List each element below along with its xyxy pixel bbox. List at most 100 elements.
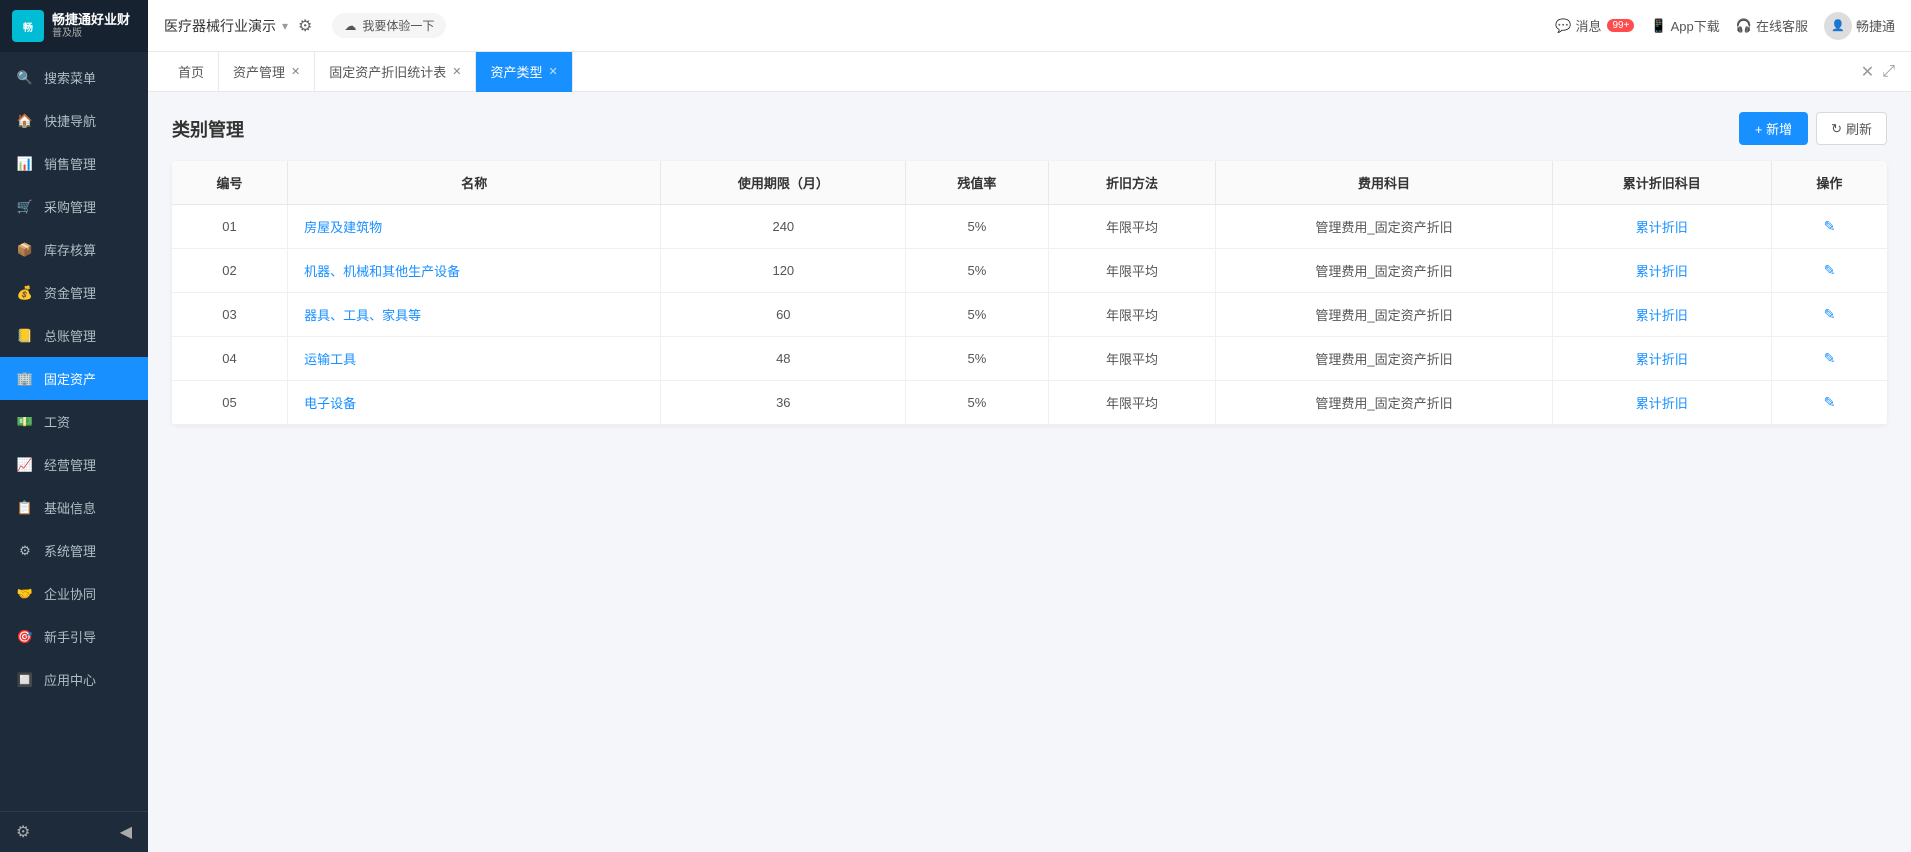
table-cell: 管理费用_固定资产折旧 xyxy=(1216,249,1552,293)
table-cell: 累计折旧 xyxy=(1552,293,1771,337)
logo-icon: 畅 xyxy=(12,10,44,42)
operations-icon: 📈 xyxy=(16,456,34,474)
sidebar-item-label: 快捷导航 xyxy=(44,111,96,130)
table-cell: 03 xyxy=(172,293,288,337)
table-row: 01房屋及建筑物2405%年限平均管理费用_固定资产折旧累计折旧✎ xyxy=(172,205,1887,249)
sidebar-item-ledger[interactable]: 📒总账管理 xyxy=(0,314,148,357)
app-logo: 畅 畅捷通好业财 普及版 xyxy=(0,0,148,52)
edit-button[interactable]: ✎ xyxy=(1771,293,1887,337)
edit-button[interactable]: ✎ xyxy=(1771,337,1887,381)
table-row: 05电子设备365%年限平均管理费用_固定资产折旧累计折旧✎ xyxy=(172,381,1887,425)
table-cell: 机器、机械和其他生产设备 xyxy=(288,249,661,293)
sidebar-item-purchase[interactable]: 🛒采购管理 xyxy=(0,185,148,228)
tab-label: 资产类型 xyxy=(490,62,542,81)
table-row: 03器具、工具、家具等605%年限平均管理费用_固定资产折旧累计折旧✎ xyxy=(172,293,1887,337)
logo-text: 畅捷通好业财 普及版 xyxy=(52,12,130,40)
headset-icon: 🎧 xyxy=(1736,18,1752,34)
sidebar-item-label: 固定资产 xyxy=(44,369,96,388)
sidebar-item-operations[interactable]: 📈 经营管理 xyxy=(0,443,148,486)
tab-close-icon[interactable]: ✕ xyxy=(452,65,461,78)
edit-button[interactable]: ✎ xyxy=(1771,249,1887,293)
table-cell: 60 xyxy=(661,293,906,337)
sidebar-item-search[interactable]: 🔍搜索菜单 xyxy=(0,56,148,99)
tab-close-icon[interactable]: ✕ xyxy=(291,65,300,78)
salary-icon: 💵 xyxy=(16,413,34,431)
sidebar-item-label: 应用中心 xyxy=(44,670,96,689)
main-area: 医疗器械行业演示 ▾ ⚙ ☁ 我要体验一下 💬 消息 99+ 📱 App下载 🎧… xyxy=(148,0,1911,852)
sidebar-item-inventory[interactable]: 📦库存核算 xyxy=(0,228,148,271)
sidebar-item-salary[interactable]: 💵工资 xyxy=(0,400,148,443)
close-window-icon[interactable]: ✕ xyxy=(1861,62,1874,82)
edit-button[interactable]: ✎ xyxy=(1771,381,1887,425)
table-cell: 累计折旧 xyxy=(1552,337,1771,381)
column-header: 累计折旧科目 xyxy=(1552,161,1771,205)
user-button[interactable]: 👤 畅捷通 xyxy=(1824,12,1895,40)
sidebar-item-apps[interactable]: 🔲应用中心 xyxy=(0,658,148,701)
tabs-bar: 首页 资产管理 ✕ 固定资产折旧统计表 ✕ 资产类型 ✕ ✕ ⤢ xyxy=(148,52,1911,92)
page-title: 类别管理 xyxy=(172,116,244,142)
topbar-title: 医疗器械行业演示 ▾ ⚙ xyxy=(164,16,312,36)
sidebar-item-system[interactable]: ⚙系统管理 xyxy=(0,529,148,572)
tab-type[interactable]: 资产类型 ✕ xyxy=(476,52,572,92)
data-table-wrapper: 编号名称使用期限（月）残值率折旧方法费用科目累计折旧科目操作 01房屋及建筑物2… xyxy=(172,161,1887,425)
sidebar-footer: ⚙ ◀ xyxy=(0,811,148,852)
edit-button[interactable]: ✎ xyxy=(1771,205,1887,249)
service-button[interactable]: 🎧 在线客服 xyxy=(1736,16,1808,35)
sidebar-item-guide[interactable]: 🎯新手引导 xyxy=(0,615,148,658)
tab-assets[interactable]: 资产管理 ✕ xyxy=(219,52,315,92)
content-area: 类别管理 + 新增 ↻ 刷新 编号名称使用期限（月）残值率折旧方法费用科目累计折… xyxy=(148,92,1911,852)
cooperation-icon: 🤝 xyxy=(16,585,34,603)
app-download-button[interactable]: 📱 App下载 xyxy=(1650,16,1719,35)
phone-icon: 📱 xyxy=(1650,18,1666,34)
table-cell: 02 xyxy=(172,249,288,293)
sidebar-item-baseinfo[interactable]: 📋基础信息 xyxy=(0,486,148,529)
table-cell: 01 xyxy=(172,205,288,249)
topbar-title-text: 医疗器械行业演示 xyxy=(164,16,276,36)
sidebar-item-label: 经营管理 xyxy=(44,455,96,474)
collapse-icon[interactable]: ◀ xyxy=(120,822,132,842)
tab-label: 首页 xyxy=(178,62,204,81)
table-cell: 48 xyxy=(661,337,906,381)
tab-depreciation[interactable]: 固定资产折旧统计表 ✕ xyxy=(315,52,476,92)
tab-home[interactable]: 首页 xyxy=(164,52,219,92)
tab-label: 资产管理 xyxy=(233,62,285,81)
message-button[interactable]: 💬 消息 99+ xyxy=(1555,16,1634,35)
inventory-icon: 📦 xyxy=(16,241,34,259)
table-cell: 累计折旧 xyxy=(1552,381,1771,425)
settings-icon[interactable]: ⚙ xyxy=(16,822,30,842)
sales-icon: 📊 xyxy=(16,155,34,173)
sidebar-item-cooperation[interactable]: 🤝企业协同 xyxy=(0,572,148,615)
table-cell: 5% xyxy=(906,337,1048,381)
column-header: 操作 xyxy=(1771,161,1887,205)
table-cell: 5% xyxy=(906,381,1048,425)
sidebar-item-sales[interactable]: 📊销售管理 xyxy=(0,142,148,185)
sidebar: 畅 畅捷通好业财 普及版 🔍搜索菜单🏠快捷导航📊销售管理🛒采购管理📦库存核算💰资… xyxy=(0,0,148,852)
column-header: 名称 xyxy=(288,161,661,205)
experience-icon: ☁ xyxy=(344,19,356,33)
avatar: 👤 xyxy=(1824,12,1852,40)
table-cell: 房屋及建筑物 xyxy=(288,205,661,249)
table-cell: 5% xyxy=(906,205,1048,249)
table-cell: 累计折旧 xyxy=(1552,205,1771,249)
table-cell: 累计折旧 xyxy=(1552,249,1771,293)
column-header: 残值率 xyxy=(906,161,1048,205)
sidebar-item-fixed[interactable]: 🏢固定资产 xyxy=(0,357,148,400)
refresh-button[interactable]: ↻ 刷新 xyxy=(1816,112,1887,145)
gear-icon[interactable]: ⚙ xyxy=(298,16,312,36)
capital-icon: 💰 xyxy=(16,284,34,302)
topbar: 医疗器械行业演示 ▾ ⚙ ☁ 我要体验一下 💬 消息 99+ 📱 App下载 🎧… xyxy=(148,0,1911,52)
sidebar-item-capital[interactable]: 💰资金管理 xyxy=(0,271,148,314)
new-button[interactable]: + 新增 xyxy=(1739,112,1808,145)
table-cell: 240 xyxy=(661,205,906,249)
tab-label: 固定资产折旧统计表 xyxy=(329,62,446,81)
search-icon: 🔍 xyxy=(16,69,34,87)
table-cell: 电子设备 xyxy=(288,381,661,425)
sidebar-item-label: 基础信息 xyxy=(44,498,96,517)
experience-button[interactable]: ☁ 我要体验一下 xyxy=(332,13,446,38)
fullscreen-icon[interactable]: ⤢ xyxy=(1882,63,1895,81)
table-cell: 管理费用_固定资产折旧 xyxy=(1216,205,1552,249)
sidebar-item-label: 采购管理 xyxy=(44,197,96,216)
message-badge: 99+ xyxy=(1607,19,1634,32)
tab-close-icon[interactable]: ✕ xyxy=(549,65,558,78)
sidebar-item-quicknav[interactable]: 🏠快捷导航 xyxy=(0,99,148,142)
